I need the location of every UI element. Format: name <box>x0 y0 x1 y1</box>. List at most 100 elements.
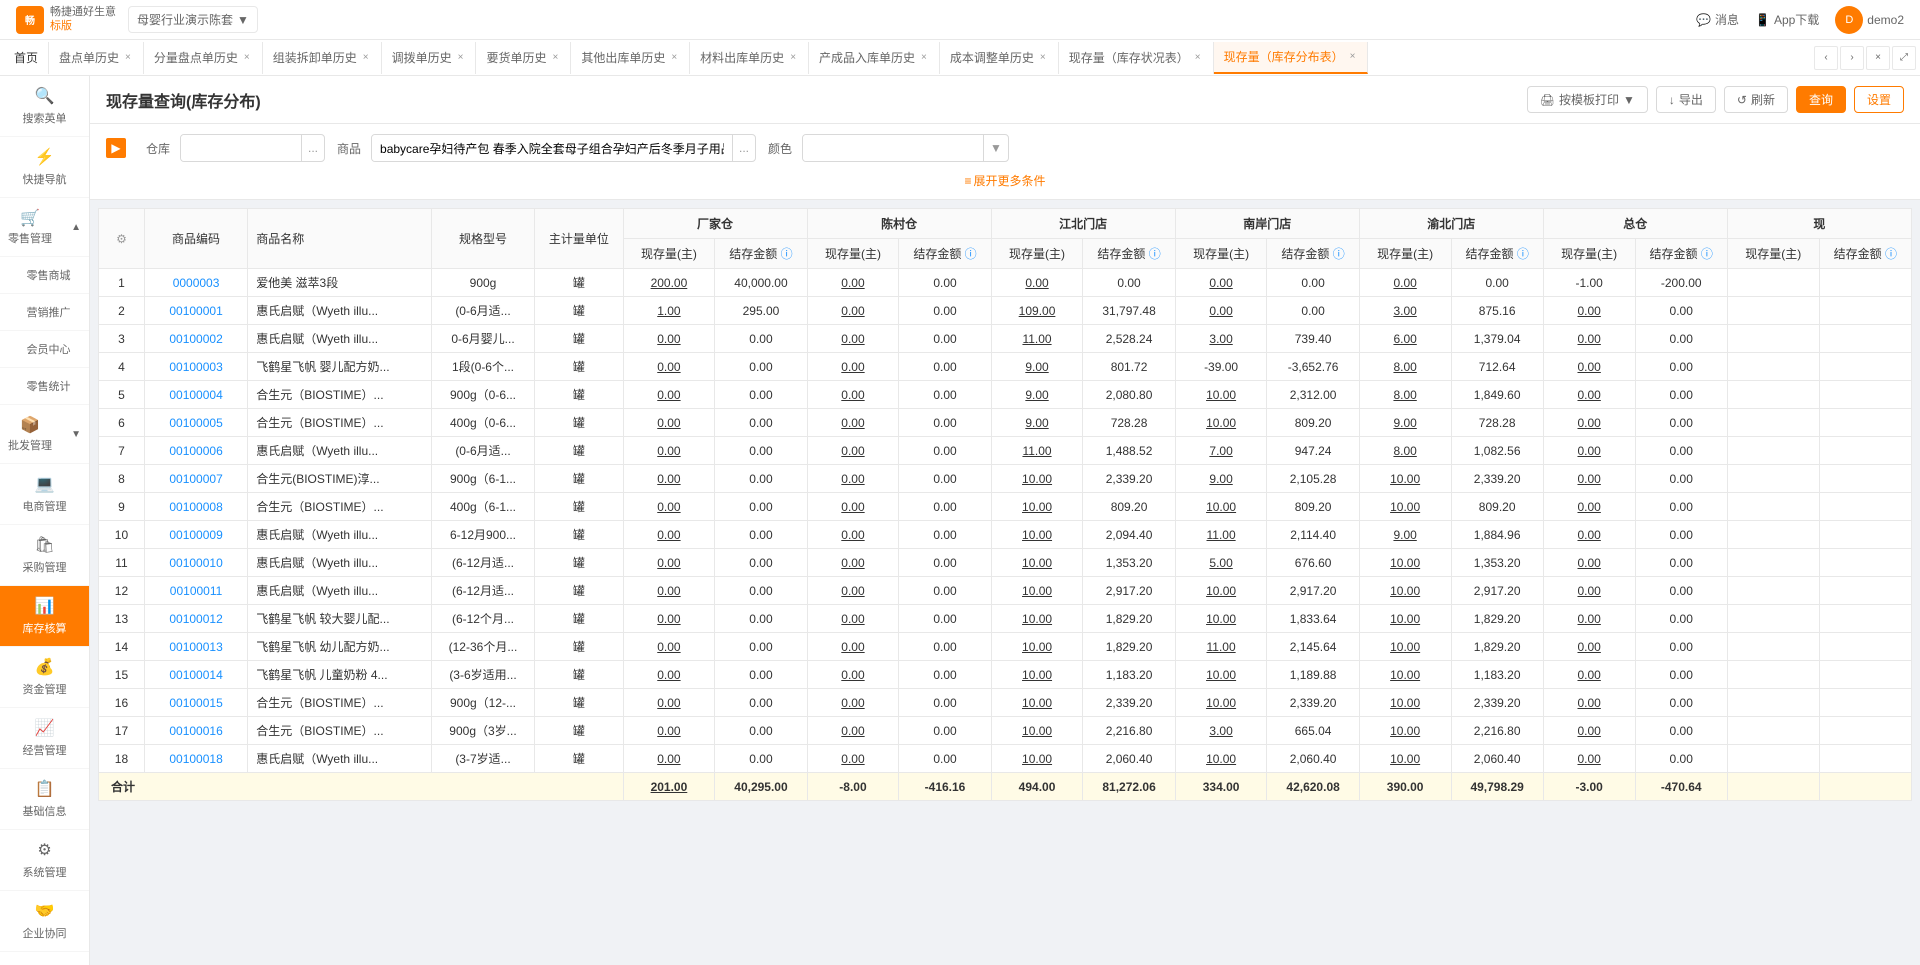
settings-btn[interactable]: 设置 <box>1854 86 1904 113</box>
cell-total-amt: 0.00 <box>1635 745 1727 773</box>
sidebar-item-wholesale[interactable]: 📦 批发管理 ▼ <box>0 405 89 464</box>
cell-nanan-qty: 0.00 <box>1175 297 1267 325</box>
cell-name: 飞鹤星飞帆 幼儿配方奶... <box>248 633 432 661</box>
cell-current-amt <box>1819 297 1911 325</box>
tab-11[interactable]: 现存量（库存分布表） × <box>1214 42 1369 74</box>
cell-chenfu-qty: 0.00 <box>807 689 899 717</box>
refresh-btn[interactable]: ↺ 刷新 <box>1724 86 1788 113</box>
tab-close-2[interactable]: × <box>242 50 252 65</box>
tab-prev-btn[interactable]: ‹ <box>1814 46 1838 70</box>
sidebar-item-ecommerce[interactable]: 💻 电商管理 <box>0 464 89 525</box>
sidebar-item-retail-stats[interactable]: 零售统计 <box>0 368 89 405</box>
sidebar-label-retail-stats: 零售统计 <box>27 378 71 394</box>
industry-selector[interactable]: 母婴行业演示陈套 ▼ <box>128 6 258 33</box>
table-row: 18 00100018 惠氏启赋（Wyeth illu... (3-7岁适...… <box>99 745 1912 773</box>
tab-close-6[interactable]: × <box>669 50 679 65</box>
tab-close-4[interactable]: × <box>456 50 466 65</box>
logo-area: 畅 畅捷通好生意 标版 <box>16 6 116 34</box>
tab-7[interactable]: 材料出库单历史 × <box>690 42 809 74</box>
cell-jiangbei-amt: 1,829.20 <box>1083 633 1175 661</box>
sidebar-item-ops[interactable]: 📈 经营管理 <box>0 708 89 769</box>
tab-3[interactable]: 组装拆卸单历史 × <box>263 42 382 74</box>
sidebar-item-system[interactable]: ⚙ 系统管理 <box>0 830 89 891</box>
sidebar-item-guide[interactable]: 📖 新手引导 <box>0 952 89 965</box>
app-download-btn[interactable]: 📱 App下载 <box>1755 11 1819 28</box>
warehouse-input[interactable] <box>181 134 301 162</box>
goods-input[interactable] <box>372 134 732 162</box>
cell-yubei-amt: 2,339.20 <box>1451 465 1543 493</box>
query-btn[interactable]: 查询 <box>1796 86 1846 113</box>
warehouse-input-dots[interactable]: ... <box>301 135 324 161</box>
tab-10[interactable]: 现存量（库存状况表） × <box>1059 42 1214 74</box>
tab-home[interactable]: 首页 <box>4 42 49 74</box>
tab-close-1[interactable]: × <box>123 50 133 65</box>
sidebar-item-member[interactable]: 会员中心 <box>0 331 89 368</box>
cell-current-qty <box>1727 381 1819 409</box>
tab-close-3[interactable]: × <box>361 50 371 65</box>
tab-close-5[interactable]: × <box>550 50 560 65</box>
tab-expand-btn[interactable]: ⤢ <box>1892 46 1916 70</box>
tab-1[interactable]: 盘点单历史 × <box>49 42 144 74</box>
expand-toggle-btn[interactable]: ▶ <box>106 138 126 158</box>
cell-yubei-amt: 728.28 <box>1451 409 1543 437</box>
tab-close-7[interactable]: × <box>788 50 798 65</box>
cell-nanan-amt: 809.20 <box>1267 493 1359 521</box>
cell-factory-amt: 0.00 <box>715 325 807 353</box>
expand-conditions-btn[interactable]: ≡ 展开更多条件 <box>964 172 1045 189</box>
tab-close-9[interactable]: × <box>1038 50 1048 65</box>
tab-next-btn[interactable]: › <box>1840 46 1864 70</box>
sidebar-item-basic[interactable]: 📋 基础信息 <box>0 769 89 830</box>
th-nanan-amt: 结存金额 ⓘ <box>1267 239 1359 269</box>
cell-seq: 3 <box>99 325 145 353</box>
cell-chenfu-amt: 0.00 <box>899 521 991 549</box>
sidebar-item-retail[interactable]: 🛒 零售管理 ▲ <box>0 198 89 257</box>
tab-5[interactable]: 要货单历史 × <box>476 42 571 74</box>
cell-total-amt: 0.00 <box>1635 717 1727 745</box>
summary-row: 合计 201.00 40,295.00 -8.00 -416.16 494.00… <box>99 773 1912 801</box>
cell-factory-amt: 0.00 <box>715 661 807 689</box>
goods-input-dots[interactable]: ... <box>732 135 755 161</box>
tab-close-11[interactable]: × <box>1348 49 1358 64</box>
sidebar-item-marketing[interactable]: 营销推广 <box>0 294 89 331</box>
color-input-dots[interactable]: ▼ <box>983 135 1008 161</box>
tab-close-10[interactable]: × <box>1193 50 1203 65</box>
sidebar-label-nav: 快捷导航 <box>23 171 67 187</box>
sidebar-item-mall[interactable]: 零售商城 <box>0 257 89 294</box>
cell-unit: 罐 <box>535 689 623 717</box>
message-btn[interactable]: 💬 消息 <box>1696 11 1739 28</box>
tab-close-all-btn[interactable]: × <box>1866 46 1890 70</box>
tab-nav: ‹ › × ⤢ <box>1814 46 1916 70</box>
export-btn[interactable]: ↓ 导出 <box>1656 86 1716 113</box>
tab-2[interactable]: 分量盘点单历史 × <box>144 42 263 74</box>
table-row: 2 00100001 惠氏启赋（Wyeth illu... (0-6月适... … <box>99 297 1912 325</box>
sidebar-item-nav[interactable]: ⚡ 快捷导航 <box>0 137 89 198</box>
cell-yubei-qty: 10.00 <box>1359 577 1451 605</box>
sidebar-item-finance[interactable]: 💰 资金管理 <box>0 647 89 708</box>
cell-yubei-amt: 875.16 <box>1451 297 1543 325</box>
tab-6[interactable]: 其他出库单历史 × <box>571 42 690 74</box>
print-btn[interactable]: 🖨 按模板打印 ▼ <box>1527 86 1648 113</box>
sidebar-item-collab[interactable]: 🤝 企业协同 <box>0 891 89 952</box>
tab-4[interactable]: 调拨单历史 × <box>382 42 477 74</box>
cell-name: 惠氏启赋（Wyeth illu... <box>248 549 432 577</box>
cell-spec: 900g <box>431 269 534 297</box>
cell-chenfu-qty: 0.00 <box>807 297 899 325</box>
tab-9[interactable]: 成本调整单历史 × <box>940 42 1059 74</box>
user-area[interactable]: D demo2 <box>1835 6 1904 34</box>
sidebar-item-purchase[interactable]: 🛍 采购管理 <box>0 525 89 586</box>
tab-8[interactable]: 产成品入库单历史 × <box>809 42 940 74</box>
cell-yubei-qty: 8.00 <box>1359 437 1451 465</box>
cell-yubei-amt: 1,829.20 <box>1451 633 1543 661</box>
table-row: 7 00100006 惠氏启赋（Wyeth illu... (0-6月适... … <box>99 437 1912 465</box>
table-settings-icon[interactable]: ⚙ <box>116 232 127 246</box>
cell-jiangbei-amt: 0.00 <box>1083 269 1175 297</box>
cell-factory-amt: 0.00 <box>715 605 807 633</box>
cell-yubei-amt: 2,060.40 <box>1451 745 1543 773</box>
tab-close-8[interactable]: × <box>919 50 929 65</box>
color-input[interactable] <box>803 134 983 162</box>
sidebar-item-inventory[interactable]: 📊 库存核算 <box>0 586 89 647</box>
sidebar-item-search[interactable]: 🔍 搜索英单 <box>0 76 89 137</box>
cell-total-amt: 0.00 <box>1635 549 1727 577</box>
th-code: 商品编码 <box>144 209 247 269</box>
cell-factory-amt: 0.00 <box>715 353 807 381</box>
